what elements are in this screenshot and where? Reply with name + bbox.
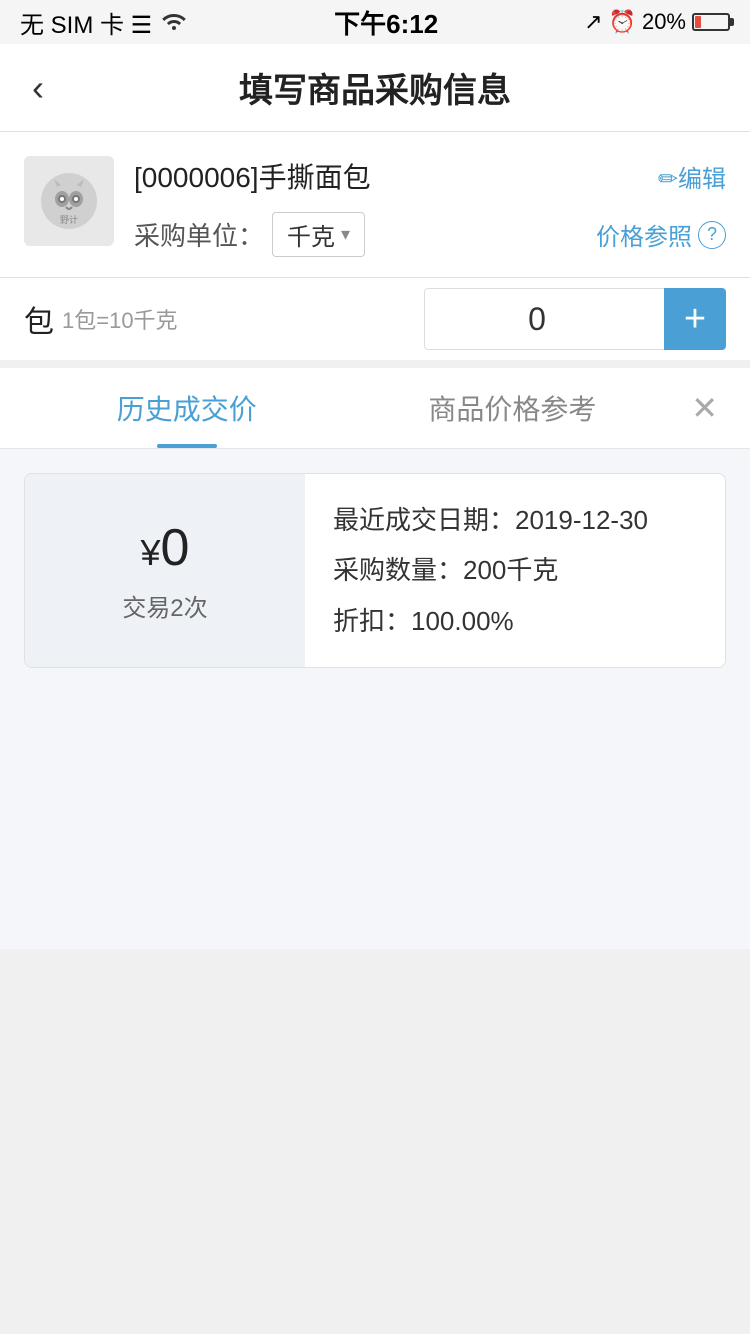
quantity-plus-button[interactable]: + xyxy=(664,288,726,350)
tabs-header: 历史成交价 商品价格参考 ✕ xyxy=(0,368,750,448)
svg-text:野计: 野计 xyxy=(60,214,78,225)
unit-label: 采购单位： 千克 ▾ xyxy=(134,212,365,257)
price-card-left: ¥0 交易2次 xyxy=(25,474,305,667)
product-thumbnail: 野计 xyxy=(24,156,114,246)
price-ref-button[interactable]: 价格参照 ? xyxy=(596,217,726,252)
price-card-right: 最近成交日期：2019-12-30 采购数量：200千克 折扣：100.00% xyxy=(305,474,725,667)
edit-button[interactable]: ✏编辑 xyxy=(658,159,726,194)
tab-close-button[interactable]: ✕ xyxy=(683,381,726,435)
battery-icon xyxy=(692,13,730,31)
status-right: ↗ ⏰ 20% xyxy=(584,9,730,35)
tab-history-price[interactable]: 历史成交价 xyxy=(24,368,350,448)
price-card: ¥0 交易2次 最近成交日期：2019-12-30 采购数量：200千克 折扣：… xyxy=(24,473,726,668)
product-section: 野计 [0000006]手撕面包 ✏编辑 采购单位： 千克 ▾ 价格参照 ? xyxy=(0,132,750,278)
alarm-icon: ⏰ xyxy=(609,9,636,35)
price-currency: ¥ xyxy=(141,532,161,573)
page-title: 填写商品采购信息 xyxy=(239,63,511,112)
location-icon: ↗ xyxy=(584,9,602,35)
price-detail-date: 最近成交日期：2019-12-30 xyxy=(333,502,697,538)
back-button[interactable]: ‹ xyxy=(24,59,52,117)
price-value: 0 xyxy=(161,519,190,577)
content-area: ¥0 交易2次 最近成交日期：2019-12-30 采购数量：200千克 折扣：… xyxy=(0,449,750,949)
nav-bar: ‹ 填写商品采购信息 xyxy=(0,44,750,132)
price-times: 交易2次 xyxy=(122,588,207,623)
product-info: [0000006]手撕面包 ✏编辑 采购单位： 千克 ▾ 价格参照 ? xyxy=(134,156,726,257)
wifi-icon xyxy=(160,8,188,37)
quantity-input[interactable] xyxy=(424,288,664,350)
carrier-text: 无 SIM 卡 ☰ xyxy=(20,5,152,40)
price-ref-help-icon: ? xyxy=(698,221,726,249)
quantity-unit-label: 包 xyxy=(24,297,54,341)
quantity-section: 包 1包=10千克 + xyxy=(0,278,750,368)
quantity-controls: + xyxy=(424,288,726,350)
product-name-row: [0000006]手撕面包 ✏编辑 xyxy=(134,156,726,196)
quantity-sub-label: 1包=10千克 xyxy=(62,303,178,335)
product-unit-row: 采购单位： 千克 ▾ 价格参照 ? xyxy=(134,212,726,257)
price-display: ¥0 xyxy=(141,518,190,578)
product-image-icon: 野计 xyxy=(39,171,99,231)
product-header: 野计 [0000006]手撕面包 ✏编辑 采购单位： 千克 ▾ 价格参照 ? xyxy=(24,156,726,257)
battery-percent: 20% xyxy=(642,9,686,35)
status-left: 无 SIM 卡 ☰ xyxy=(20,5,188,40)
unit-dropdown-arrow: ▾ xyxy=(341,224,350,245)
status-bar: 无 SIM 卡 ☰ 下午6:12 ↗ ⏰ 20% xyxy=(0,0,750,44)
price-detail-discount: 折扣：100.00% xyxy=(333,603,697,639)
unit-selector[interactable]: 千克 ▾ xyxy=(272,212,365,257)
tab-product-price-ref[interactable]: 商品价格参考 xyxy=(350,368,676,448)
tabs-section: 历史成交价 商品价格参考 ✕ xyxy=(0,368,750,449)
price-detail-quantity: 采购数量：200千克 xyxy=(333,552,697,588)
product-name: [0000006]手撕面包 xyxy=(134,156,371,196)
status-time: 下午6:12 xyxy=(334,4,438,41)
